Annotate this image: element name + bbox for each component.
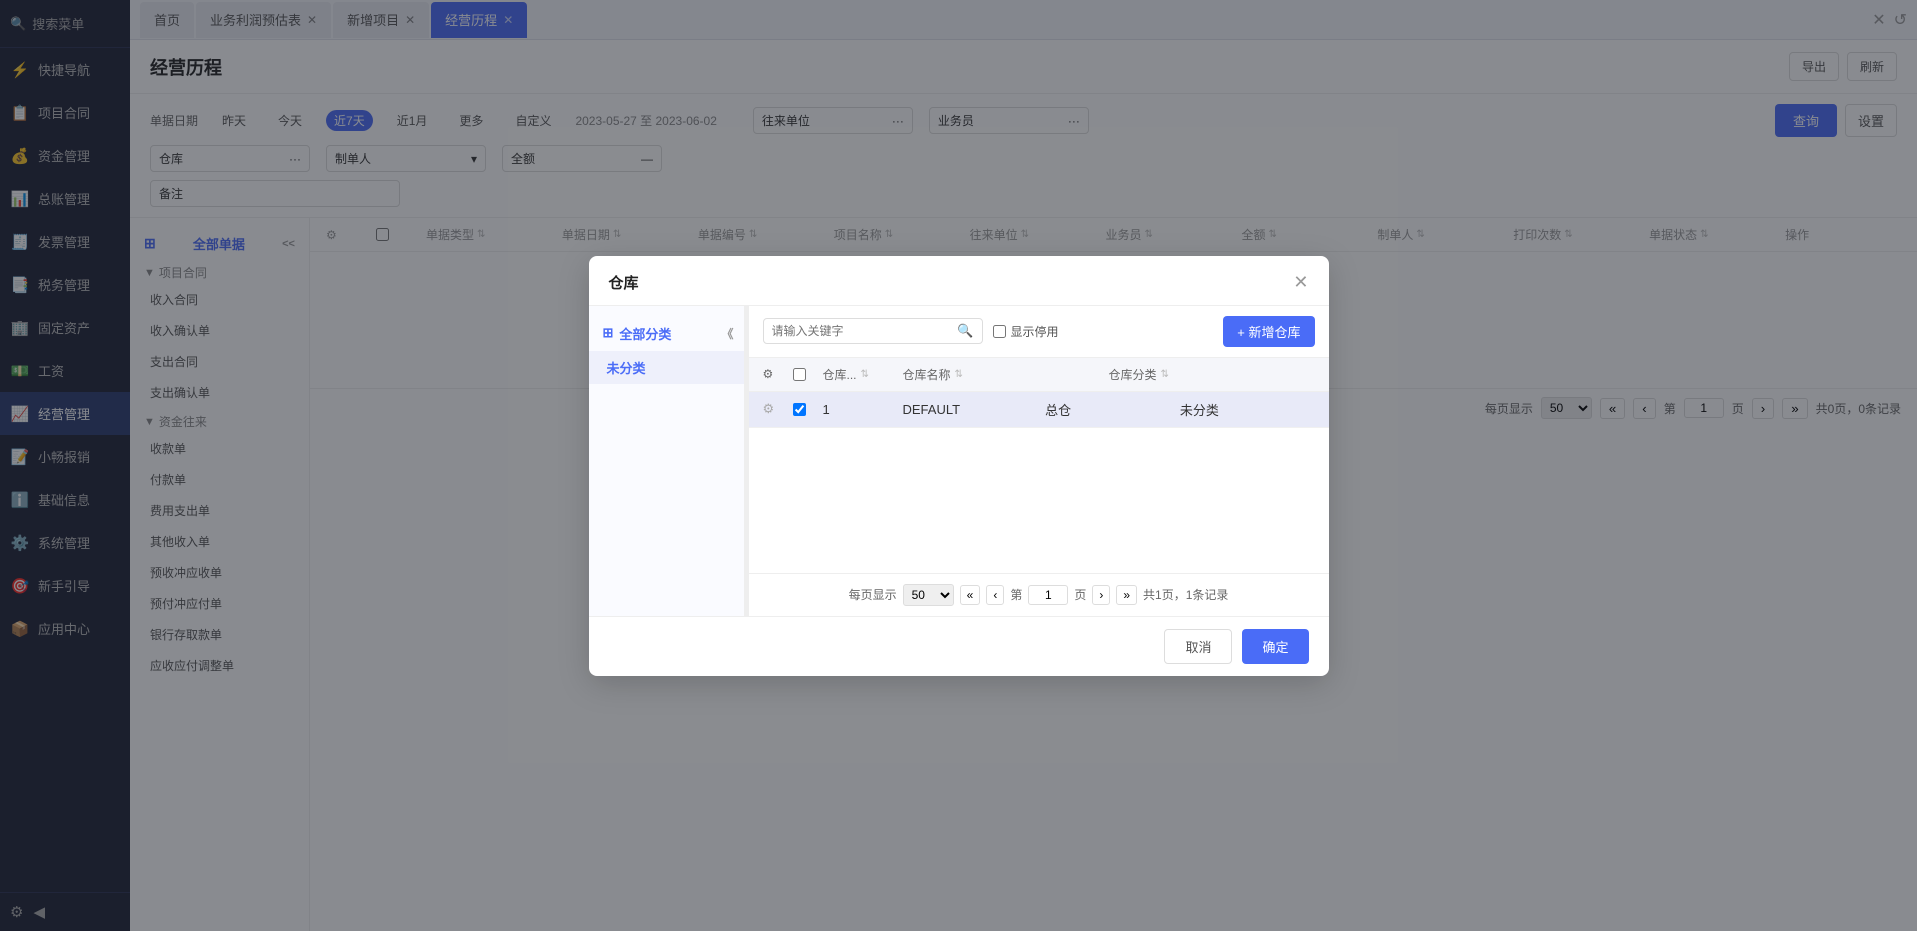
header-gear[interactable]: ⚙: [763, 367, 793, 381]
show-disabled-label[interactable]: 显示停用: [993, 323, 1059, 340]
dialog-table-body: ⚙ 1 DEFAULT 总仓 未分类: [749, 392, 1329, 573]
table-row[interactable]: ⚙ 1 DEFAULT 总仓 未分类: [749, 392, 1329, 428]
dialog-footer-actions: 取消 确定: [589, 616, 1329, 676]
header-name: 仓库名称 ⇅: [903, 366, 1109, 383]
col-name-sort[interactable]: ⇅: [955, 369, 963, 380]
dialog-header: 仓库 ✕: [589, 256, 1329, 306]
row-gear[interactable]: ⚙: [763, 401, 793, 417]
dialog-check-all[interactable]: [793, 368, 806, 381]
dialog-category-panel: ⊞ 全部分类 《 未分类: [589, 306, 749, 616]
dialog-body: ⊞ 全部分类 《 未分类 🔍: [589, 306, 1329, 616]
dialog-title: 仓库: [609, 272, 639, 293]
dialog-search-icon: 🔍: [957, 323, 973, 339]
col-id-sort[interactable]: ⇅: [861, 369, 869, 380]
dialog-toolbar: 🔍 显示停用 + 新增仓库: [749, 306, 1329, 358]
dialog-page-unit: 页: [1074, 586, 1086, 603]
dialog-category-uncategorized[interactable]: 未分类: [589, 351, 748, 384]
dialog-table-footer: 每页显示 50 100 « ‹ 第 页 › » 共1页，1条记录: [749, 573, 1329, 616]
show-disabled-checkbox[interactable]: [993, 325, 1006, 338]
col-category-label: 仓库分类: [1109, 366, 1157, 383]
add-warehouse-button[interactable]: + 新增仓库: [1223, 316, 1314, 347]
dialog-left-scrollbar[interactable]: [744, 306, 748, 616]
confirm-button[interactable]: 确定: [1242, 629, 1308, 664]
dialog-per-page-select[interactable]: 50 100: [903, 584, 954, 606]
dialog-left-collapse-icon[interactable]: 《: [721, 325, 733, 342]
dialog-right-panel: 🔍 显示停用 + 新增仓库 ⚙ 仓库... ⇅: [749, 306, 1329, 616]
header-id: 仓库... ⇅: [823, 366, 903, 383]
dialog-page-input[interactable]: [1028, 585, 1068, 605]
dialog-first-page[interactable]: «: [960, 585, 981, 605]
dialog-last-page[interactable]: »: [1116, 585, 1137, 605]
dialog-close-button[interactable]: ✕: [1293, 272, 1308, 293]
header-category: 仓库分类 ⇅: [1109, 366, 1315, 383]
cancel-button[interactable]: 取消: [1164, 629, 1232, 664]
dialog-search-input[interactable]: [772, 324, 952, 338]
show-disabled-text: 显示停用: [1011, 323, 1059, 340]
all-categories-label: 全部分类: [619, 324, 671, 343]
dialog-total: 共1页，1条记录: [1143, 586, 1228, 603]
dialog-search-box: 🔍: [763, 318, 983, 344]
col-name-label: 仓库名称: [903, 366, 951, 383]
category-grid-icon: ⊞: [603, 325, 614, 341]
col-id-label: 仓库...: [823, 366, 857, 383]
dialog-prev-page[interactable]: ‹: [986, 585, 1004, 605]
row-id: 1: [823, 402, 903, 417]
row-name: DEFAULT: [903, 402, 1046, 417]
header-check-all[interactable]: [793, 368, 823, 381]
row-checkbox[interactable]: [793, 403, 806, 416]
row-check[interactable]: [793, 403, 823, 416]
dialog-next-page[interactable]: ›: [1092, 585, 1110, 605]
dialog-per-page-label: 每页显示: [849, 586, 897, 603]
col-category-sort[interactable]: ⇅: [1161, 369, 1169, 380]
uncategorized-label: 未分类: [607, 361, 646, 376]
warehouse-dialog: 仓库 ✕ ⊞ 全部分类 《 未分类: [589, 256, 1329, 676]
row-category: 未分类: [1180, 400, 1315, 419]
dialog-all-categories[interactable]: ⊞ 全部分类 《: [589, 316, 748, 351]
row-fullname: 总仓: [1045, 400, 1180, 419]
dialog-table-header: ⚙ 仓库... ⇅ 仓库名称 ⇅ 仓库分类 ⇅: [749, 358, 1329, 392]
dialog-page-label: 第: [1010, 586, 1022, 603]
dialog-overlay: 仓库 ✕ ⊞ 全部分类 《 未分类: [0, 0, 1917, 931]
